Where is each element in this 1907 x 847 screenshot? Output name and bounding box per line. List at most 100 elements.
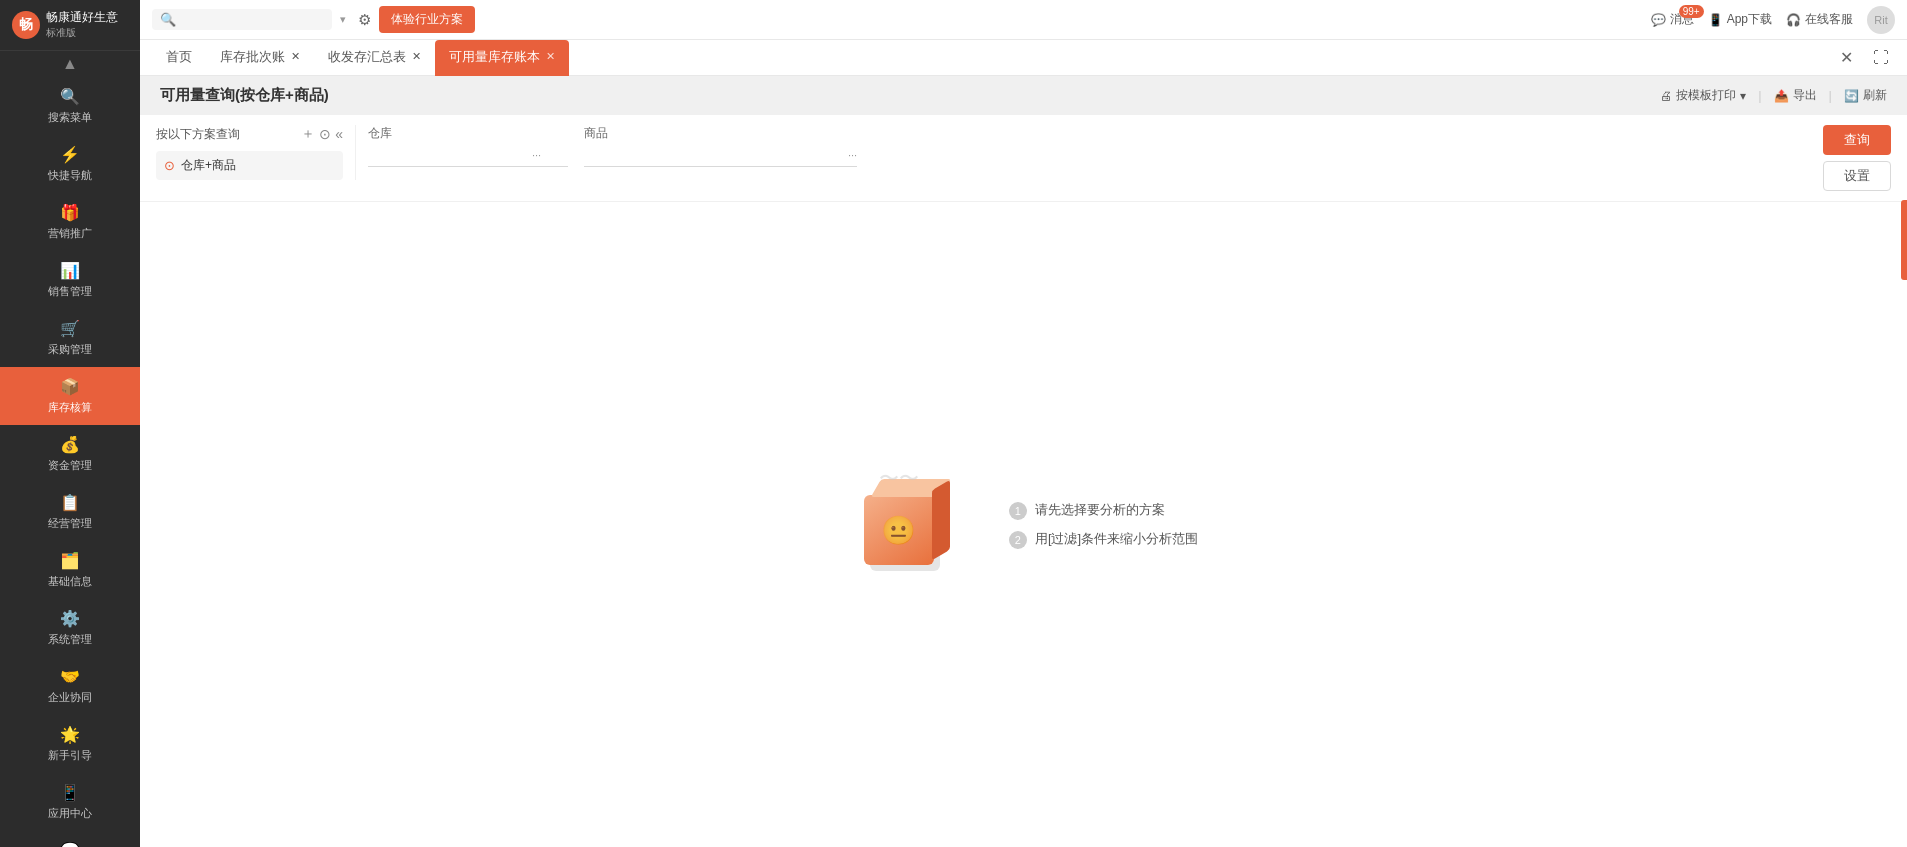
chart-icon: 📊: [60, 261, 80, 280]
window-maximize-btn[interactable]: ⛶: [1867, 46, 1895, 69]
scheme-collapse-btn[interactable]: «: [335, 125, 343, 143]
cart-icon: 🛒: [60, 319, 80, 338]
sidebar-label-shortcut: 快捷导航: [48, 168, 92, 183]
sidebar-item-marketing[interactable]: 🎁 营销推广: [0, 193, 140, 251]
sidebar-item-basic-info[interactable]: 🗂️ 基础信息: [0, 541, 140, 599]
setting-button[interactable]: 设置: [1823, 161, 1891, 191]
solution-button[interactable]: 体验行业方案: [379, 6, 475, 33]
sidebar-label-enterprise: 企业协同: [48, 690, 92, 705]
smoke-decoration: 〜〜: [879, 465, 919, 492]
export-action[interactable]: 📤 导出: [1774, 87, 1817, 104]
tab-batch-account[interactable]: 库存批次账 ✕: [206, 40, 314, 76]
sidebar-item-purchase[interactable]: 🛒 采购管理: [0, 309, 140, 367]
sidebar-item-wechat[interactable]: 💬 企业微信: [0, 831, 140, 847]
user-name: Rit: [1874, 14, 1887, 26]
divider1: |: [1758, 88, 1761, 103]
query-button[interactable]: 查询: [1823, 125, 1891, 155]
warehouse-input-wrapper[interactable]: ···: [368, 144, 568, 167]
product-input[interactable]: [584, 148, 844, 162]
box-side: [932, 479, 950, 559]
message-badge: 99+: [1679, 5, 1704, 18]
download-icon: 📱: [1708, 13, 1723, 27]
sidebar-label-search: 搜索菜单: [48, 110, 92, 125]
sidebar-item-sales[interactable]: 📊 销售管理: [0, 251, 140, 309]
app-version: 标准版: [46, 26, 118, 40]
window-buttons: ✕ ⛶: [1834, 46, 1895, 69]
box-front: 😐: [864, 495, 934, 565]
phone-icon: 📱: [60, 783, 80, 802]
topbar: 🔍 ▾ ⚙ 体验行业方案 💬 消息 99+ 📱 App下载 🎧 在线客服 Rit: [140, 0, 1907, 40]
sidebar-logo: 畅 畅康通好生意 标准版: [0, 0, 140, 51]
window-close-btn[interactable]: ✕: [1834, 46, 1859, 69]
chevron-down-icon[interactable]: ▾: [340, 13, 346, 26]
sidebar-item-operations[interactable]: 📋 经营管理: [0, 483, 140, 541]
sidebar-label-inventory: 库存核算: [48, 400, 92, 415]
query-actions: 查询 设置: [1823, 125, 1891, 191]
warehouse-ellipsis[interactable]: ···: [532, 149, 541, 161]
scheme-title: 按以下方案查询: [156, 126, 240, 143]
page-header: 可用量查询(按仓库+商品) 🖨 按模板打印 ▾ | 📤 导出 | 🔄 刷新: [140, 76, 1907, 115]
sidebar-item-finance[interactable]: 💰 资金管理: [0, 425, 140, 483]
sidebar-label-basic-info: 基础信息: [48, 574, 92, 589]
sidebar-label-system: 系统管理: [48, 632, 92, 647]
tab-collection-summary[interactable]: 收发存汇总表 ✕: [314, 40, 435, 76]
sidebar-scroll-up[interactable]: ▲: [0, 51, 140, 77]
topbar-actions: 💬 消息 99+ 📱 App下载 🎧 在线客服 Rit: [1651, 6, 1895, 34]
tab-collection-close[interactable]: ✕: [412, 50, 421, 63]
page-title: 可用量查询(按仓库+商品): [160, 86, 329, 105]
scheme-item-icon: ⊙: [164, 158, 175, 173]
sidebar-item-app-center[interactable]: 📱 应用中心: [0, 773, 140, 831]
tab-home[interactable]: 首页: [152, 40, 206, 76]
sidebar-item-shortcut[interactable]: ⚡ 快捷导航: [0, 135, 140, 193]
empty-text-area: 1 请先选择要分析的方案 2 用[过滤]条件来缩小分析范围: [1009, 501, 1198, 549]
export-label: 导出: [1793, 87, 1817, 104]
product-ellipsis[interactable]: ···: [848, 149, 857, 161]
scheme-add-btn[interactable]: ＋: [301, 125, 315, 143]
app-logo-icon: 畅: [12, 11, 40, 39]
print-icon: 🖨: [1660, 89, 1672, 103]
tab-available-close[interactable]: ✕: [546, 50, 555, 63]
search-icon: 🔍: [160, 12, 176, 27]
message-button[interactable]: 💬 消息 99+: [1651, 11, 1694, 28]
app-download-label: App下载: [1727, 11, 1772, 28]
empty-state: 😐 〜〜 1 请先选择要分析的方案 2 用[过滤]条件来缩小分析范: [140, 202, 1907, 847]
page-header-actions: 🖨 按模板打印 ▾ | 📤 导出 | 🔄 刷新: [1660, 87, 1887, 104]
settings-icon[interactable]: ⚙: [358, 11, 371, 29]
sidebar-item-newbie[interactable]: 🌟 新手引导: [0, 715, 140, 773]
gear-icon: ⚙️: [60, 609, 80, 628]
divider2: |: [1829, 88, 1832, 103]
topbar-search-box[interactable]: 🔍: [152, 9, 332, 30]
scheme-item-warehouse-product[interactable]: ⊙ 仓库+商品: [156, 151, 343, 180]
print-action[interactable]: 🖨 按模板打印 ▾: [1660, 87, 1746, 104]
sidebar-item-inventory[interactable]: 📦 库存核算: [0, 367, 140, 425]
user-avatar[interactable]: Rit: [1867, 6, 1895, 34]
export-icon: 📤: [1774, 89, 1789, 103]
scheme-item-label: 仓库+商品: [181, 157, 236, 174]
warehouse-label: 仓库: [368, 125, 568, 142]
product-input-wrapper[interactable]: ···: [584, 144, 857, 167]
sidebar-label-marketing: 营销推广: [48, 226, 92, 241]
tab-available-ledger[interactable]: 可用量库存账本 ✕: [435, 40, 569, 76]
app-download-button[interactable]: 📱 App下载: [1708, 11, 1772, 28]
folder-icon: 🗂️: [60, 551, 80, 570]
sidebar-item-system[interactable]: ⚙️ 系统管理: [0, 599, 140, 657]
empty-hint-1: 1 请先选择要分析的方案: [1009, 501, 1198, 520]
filter-fields: 仓库 ··· 商品 ···: [368, 125, 1811, 167]
online-service-label: 在线客服: [1805, 11, 1853, 28]
tab-home-label: 首页: [166, 48, 192, 66]
warehouse-input[interactable]: [368, 148, 528, 162]
print-chevron: ▾: [1740, 89, 1746, 103]
tab-available-label: 可用量库存账本: [449, 48, 540, 66]
tab-batch-close[interactable]: ✕: [291, 50, 300, 63]
handshake-icon: 🤝: [60, 667, 80, 686]
main-content: 🔍 ▾ ⚙ 体验行业方案 💬 消息 99+ 📱 App下载 🎧 在线客服 Rit: [140, 0, 1907, 847]
sidebar-item-enterprise[interactable]: 🤝 企业协同: [0, 657, 140, 715]
online-service-button[interactable]: 🎧 在线客服: [1786, 11, 1853, 28]
right-bar-accent: [1901, 200, 1907, 280]
sidebar-item-search[interactable]: 🔍 搜索菜单: [0, 77, 140, 135]
clipboard-icon: 📋: [60, 493, 80, 512]
search-input[interactable]: [180, 13, 310, 27]
scheme-settings-btn[interactable]: ⊙: [319, 125, 331, 143]
refresh-action[interactable]: 🔄 刷新: [1844, 87, 1887, 104]
star-icon: 🌟: [60, 725, 80, 744]
